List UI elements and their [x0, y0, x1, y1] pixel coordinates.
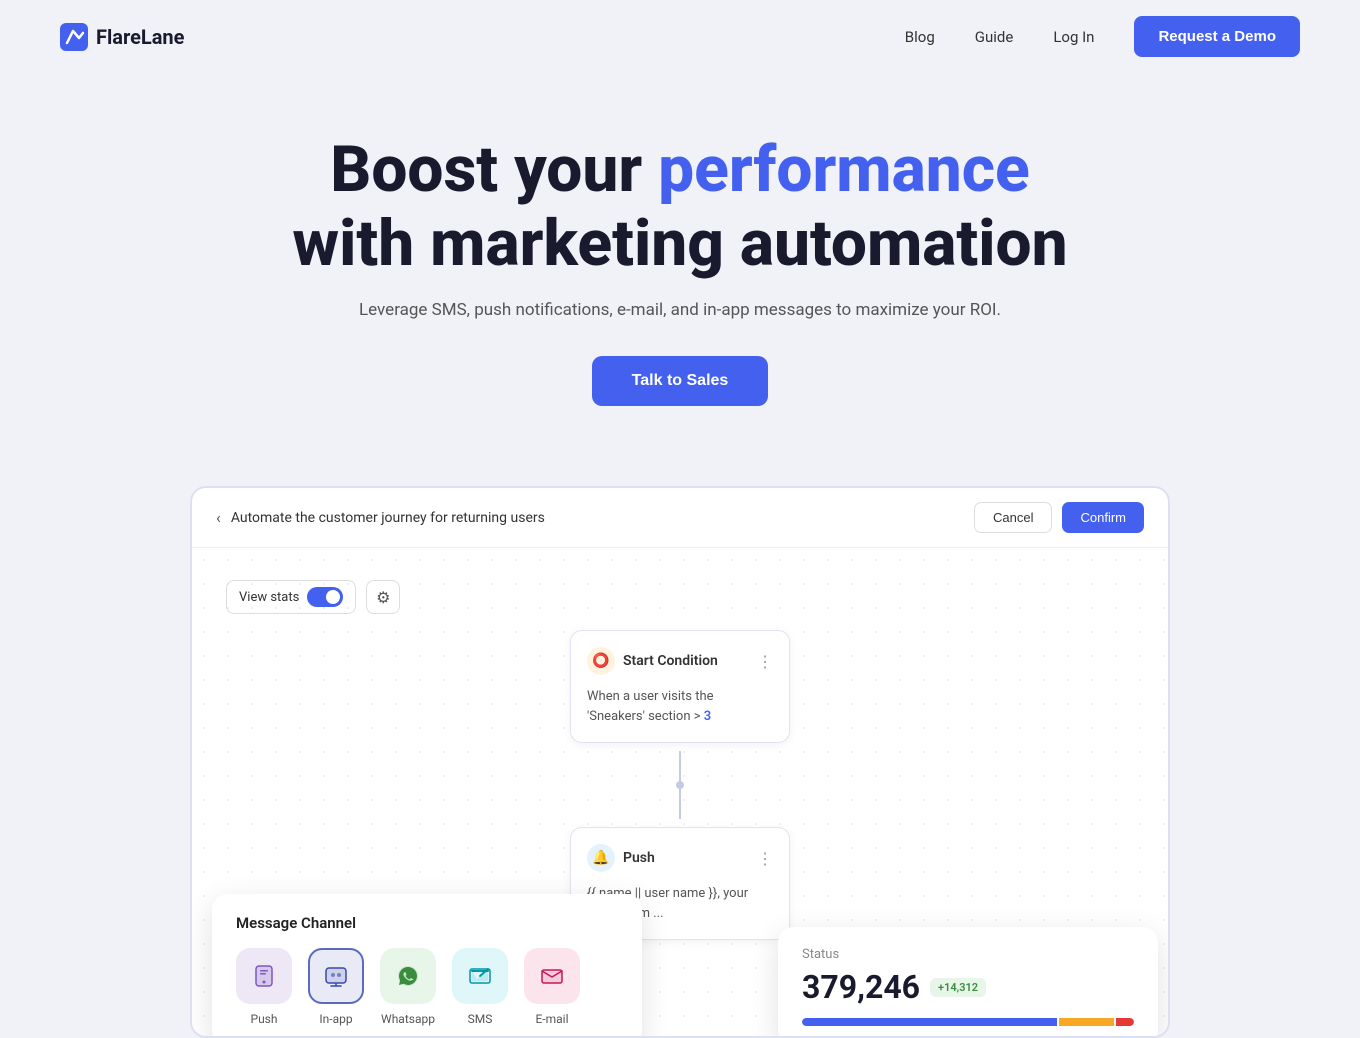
channel-email[interactable]: E-mail: [524, 948, 580, 1026]
nav-blog[interactable]: Blog: [905, 28, 935, 46]
email-channel-icon: [524, 948, 580, 1004]
status-badge: +14,312: [930, 978, 986, 997]
demo-header: ‹ Automate the customer journey for retu…: [192, 488, 1168, 548]
start-condition-body: When a user visits the 'Sneakers' sectio…: [587, 687, 773, 726]
demo-card: ‹ Automate the customer journey for retu…: [190, 486, 1170, 1038]
push-label: Push: [623, 850, 655, 866]
demo-title: Automate the customer journey for return…: [231, 510, 545, 526]
nav-request-demo-button[interactable]: Request a Demo: [1134, 16, 1300, 57]
start-condition-icon: ⭕: [587, 647, 615, 675]
flow-connector: [676, 743, 684, 827]
bar-blue: [802, 1018, 1057, 1026]
view-stats-toggle[interactable]: View stats: [226, 580, 356, 614]
status-card: Status 379,246 +14,312: [778, 927, 1158, 1038]
start-condition-menu[interactable]: ⋮: [757, 652, 773, 671]
connector-dot: [676, 781, 684, 789]
inapp-channel-icon: [308, 948, 364, 1004]
settings-button[interactable]: ⚙: [366, 580, 400, 614]
gear-icon: ⚙: [376, 588, 390, 607]
talk-to-sales-button[interactable]: Talk to Sales: [592, 356, 769, 406]
nav-guide[interactable]: Guide: [975, 28, 1014, 46]
channel-sms[interactable]: SMS: [452, 948, 508, 1026]
confirm-button[interactable]: Confirm: [1062, 502, 1144, 533]
start-condition-title: ⭕ Start Condition: [587, 647, 718, 675]
push-card-title: 🔔 Push: [587, 844, 655, 872]
status-bar: [802, 1018, 1134, 1026]
nav-login[interactable]: Log In: [1053, 28, 1094, 46]
nav-links: Blog Guide Log In Request a Demo: [905, 16, 1300, 57]
hero-title-highlight: performance: [658, 132, 1030, 207]
connector-line: [679, 751, 681, 781]
channel-icons: Push In-app: [236, 948, 618, 1026]
hero-title: Boost your performance with marketing au…: [20, 133, 1340, 280]
push-icon: 🔔: [587, 844, 615, 872]
bar-orange: [1059, 1018, 1114, 1026]
push-card-menu[interactable]: ⋮: [757, 849, 773, 868]
demo-header-left: ‹ Automate the customer journey for retu…: [216, 508, 545, 527]
navbar: FlareLane Blog Guide Log In Request a De…: [0, 0, 1360, 73]
connector-line-2: [679, 789, 681, 819]
sms-channel-label: SMS: [468, 1012, 493, 1026]
hero-section: Boost your performance with marketing au…: [0, 73, 1360, 446]
demo-header-right: Cancel Confirm: [974, 502, 1144, 533]
message-channel-title: Message Channel: [236, 914, 618, 932]
brand-name: FlareLane: [96, 25, 184, 49]
hero-subtitle: Leverage SMS, push notifications, e-mail…: [20, 300, 1340, 320]
toggle-switch[interactable]: [307, 587, 343, 607]
demo-section: ‹ Automate the customer journey for retu…: [170, 486, 1190, 1038]
cancel-button[interactable]: Cancel: [974, 502, 1052, 533]
view-stats-label: View stats: [239, 590, 299, 605]
channel-push[interactable]: Push: [236, 948, 292, 1026]
start-condition-label: Start Condition: [623, 653, 718, 669]
message-channel-popup: Message Channel Push: [212, 894, 642, 1038]
status-label: Status: [802, 947, 1134, 962]
channel-inapp[interactable]: In-app: [308, 948, 364, 1026]
push-channel-icon: [236, 948, 292, 1004]
logo[interactable]: FlareLane: [60, 23, 184, 51]
start-condition-card: ⭕ Start Condition ⋮ When a user visits t…: [570, 630, 790, 743]
whatsapp-channel-label: Whatsapp: [381, 1012, 435, 1026]
hero-title-part2: with marketing automation: [292, 206, 1067, 281]
status-number-row: 379,246 +14,312: [802, 968, 1134, 1006]
back-icon[interactable]: ‹: [216, 508, 221, 527]
email-channel-label: E-mail: [535, 1012, 568, 1026]
sms-channel-icon: [452, 948, 508, 1004]
inapp-channel-label: In-app: [319, 1012, 352, 1026]
hero-title-part1: Boost your: [330, 132, 658, 207]
push-channel-label: Push: [251, 1012, 278, 1026]
status-number: 379,246: [802, 968, 920, 1006]
whatsapp-channel-icon: [380, 948, 436, 1004]
bar-red: [1116, 1018, 1134, 1026]
channel-whatsapp[interactable]: Whatsapp: [380, 948, 436, 1026]
